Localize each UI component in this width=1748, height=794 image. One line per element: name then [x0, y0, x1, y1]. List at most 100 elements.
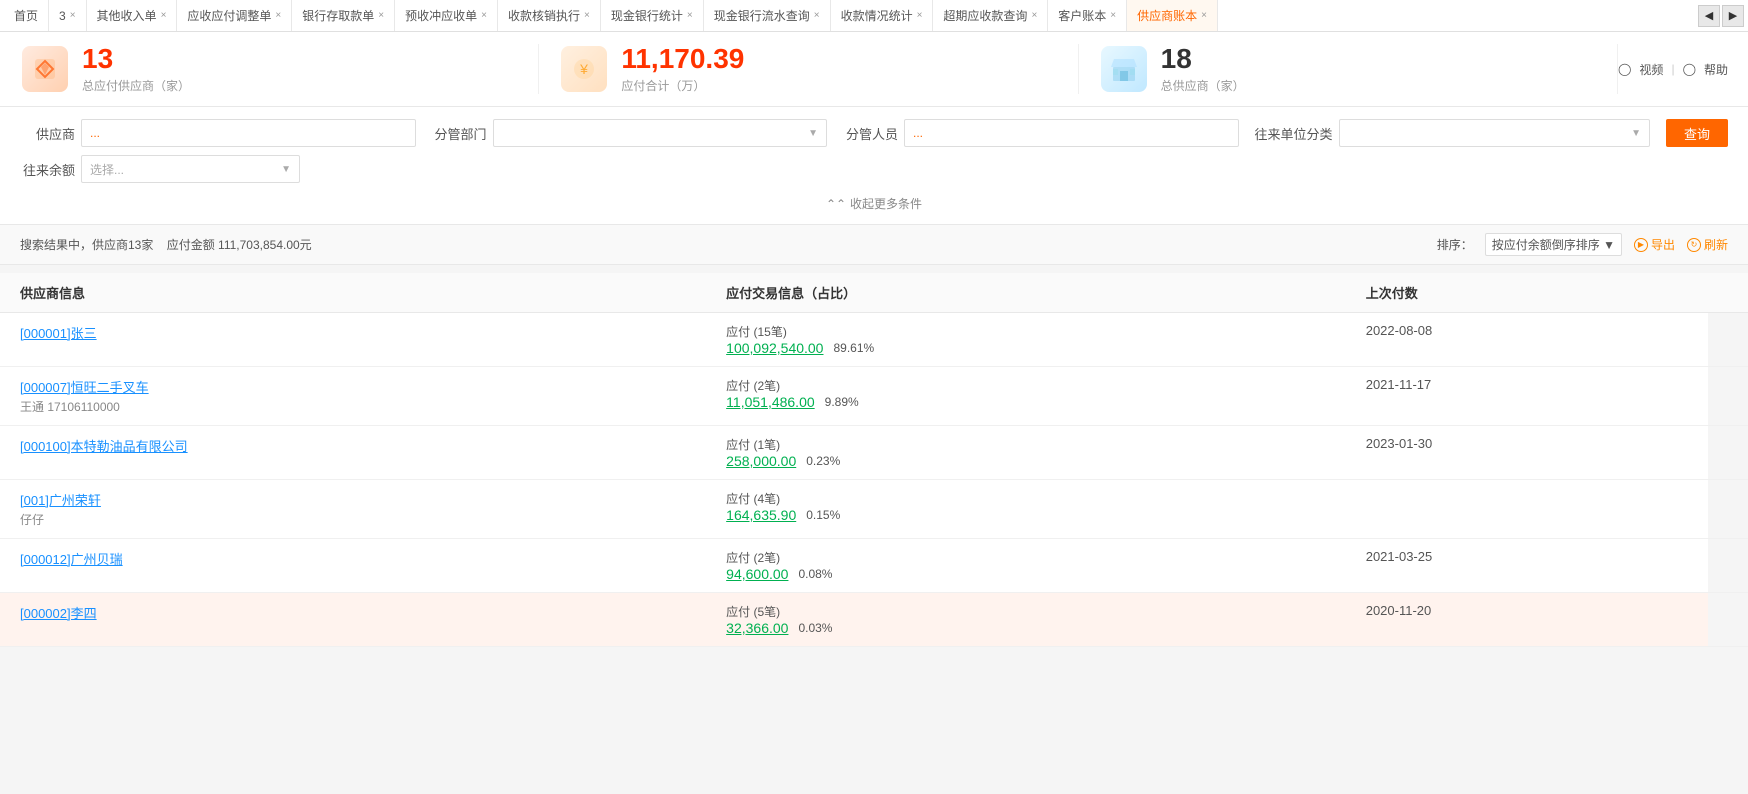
nav-arrows: ◀ ▶	[1698, 5, 1744, 27]
shop-icon-wrap	[1099, 44, 1149, 94]
tx-amount-3[interactable]: 164,635.90	[726, 507, 796, 523]
tx-amount-0[interactable]: 100,092,540.00	[726, 340, 823, 356]
person-filter-input[interactable]: ...	[904, 119, 1239, 147]
dept-filter-input[interactable]: ▼	[493, 119, 828, 147]
video-link[interactable]: 视频	[1639, 61, 1663, 78]
balance-filter-input[interactable]: 选择... ▼	[81, 155, 300, 183]
close-icon-supplier-ledger[interactable]: ×	[1201, 10, 1207, 21]
close-icon-customer-ledger[interactable]: ×	[1110, 10, 1116, 21]
close-icon-collection[interactable]: ×	[584, 10, 590, 21]
nav-tab-bank-deposit[interactable]: 银行存取款单 ×	[292, 0, 395, 32]
table-area: 供应商信息 应付交易信息（占比） 上次付数 [000001]张三 应付 (15笔)…	[0, 273, 1748, 647]
tx-label-5: 应付 (5笔)	[726, 603, 1326, 620]
nav-arrow-right[interactable]: ▶	[1722, 5, 1744, 27]
supplier-dots-placeholder: ...	[90, 126, 100, 140]
top-right-links: ◯ 视频 | ◯ 帮助	[1618, 61, 1728, 78]
table-row: [000002]李四 应付 (5笔)32,366.00 0.03% 2020-11-2…	[0, 593, 1748, 647]
tx-amount-1[interactable]: 11,051,486.00	[726, 394, 815, 410]
tx-pct-5: 0.03%	[798, 621, 832, 635]
nav-tab-home[interactable]: 首页	[4, 0, 49, 32]
nav-tab-prepay-label: 预收冲应收单	[405, 7, 477, 24]
tx-amount-2[interactable]: 258,000.00	[726, 453, 796, 469]
scroll-col-2	[1708, 426, 1748, 480]
right-actions: 排序： 按应付余额倒序排序 ▼ ▶ 导出 ↻ 刷新	[1437, 233, 1728, 256]
supplier-table: 供应商信息 应付交易信息（占比） 上次付数 [000001]张三 应付 (15笔)…	[0, 273, 1748, 647]
close-icon-adjust[interactable]: ×	[275, 10, 281, 21]
circle-icon-2: ◯	[1683, 62, 1696, 76]
supplier-link-5[interactable]: [000002]李四	[20, 606, 97, 621]
tx-label-4: 应付 (2笔)	[726, 549, 1326, 566]
filter-row-1: 供应商 ... 分管部门 ▼ 分管人员 ... 往来单位分类 ▼ 查询	[20, 119, 1728, 147]
nav-tab-collection-stat[interactable]: 收款情况统计 ×	[831, 0, 934, 32]
summary-card-payable-total: ¥ 11,170.39 应付合计（万）	[539, 44, 1078, 94]
help-link[interactable]: 帮助	[1704, 61, 1728, 78]
scroll-col-4	[1708, 539, 1748, 593]
nav-tab-home-label: 首页	[14, 7, 38, 24]
supplier-link-2[interactable]: [000100]本特勒油品有限公司	[20, 439, 188, 454]
refresh-button[interactable]: ↻ 刷新	[1687, 236, 1728, 253]
total-suppliers-info: 18 总供应商（家）	[1161, 44, 1245, 94]
nav-tab-cash-bank-stat[interactable]: 现金银行统计 ×	[601, 0, 704, 32]
tx-amount-4[interactable]: 94,600.00	[726, 566, 788, 582]
star-icon: ¥	[559, 44, 609, 94]
supplier-link-0[interactable]: [000001]张三	[20, 326, 97, 341]
nav-tab-prepay[interactable]: 预收冲应收单 ×	[395, 0, 498, 32]
nav-tab-cash-bank-stat-label: 现金银行统计	[611, 7, 683, 24]
close-icon-cash-bank-flow[interactable]: ×	[814, 10, 820, 21]
table-toolbar: 搜索结果中，供应商13家 应付金额 111,703,854.00元 排序： 按应…	[0, 225, 1748, 265]
close-icon-cash-bank-stat[interactable]: ×	[687, 10, 693, 21]
last-pay-cell-4: 2021-03-25	[1346, 539, 1708, 593]
nav-tab-3-label: 3	[59, 9, 66, 23]
tx-label-0: 应付 (15笔)	[726, 323, 1326, 340]
close-icon-other-income[interactable]: ×	[161, 10, 167, 21]
nav-tab-supplier-ledger[interactable]: 供应商账本 ×	[1127, 0, 1218, 32]
nav-tab-customer-ledger-label: 客户账本	[1058, 7, 1106, 24]
balance-placeholder: 选择...	[90, 161, 124, 178]
category-chevron-icon: ▼	[1631, 128, 1641, 139]
supplier-link-4[interactable]: [000012]广州贝瑞	[20, 552, 123, 567]
supplier-sub-3: 仔仔	[20, 511, 686, 528]
top-navigation: 首页 3 × 其他收入单 × 应收应付调整单 × 银行存取款单 × 预收冲应收单…	[0, 0, 1748, 32]
tx-amount-5[interactable]: 32,366.00	[726, 620, 788, 636]
supplier-link-3[interactable]: [001]广州荣轩	[20, 493, 101, 508]
supplier-link-1[interactable]: [000007]恒旺二手叉车	[20, 380, 149, 395]
nav-arrow-left[interactable]: ◀	[1698, 5, 1720, 27]
export-button[interactable]: ▶ 导出	[1634, 236, 1675, 253]
table-header-row: 供应商信息 应付交易信息（占比） 上次付数	[0, 273, 1748, 313]
supplier-filter-input[interactable]: ...	[81, 119, 416, 147]
nav-tab-customer-ledger[interactable]: 客户账本 ×	[1048, 0, 1127, 32]
tx-cell-3: 应付 (4笔)164,635.90 0.15%	[706, 480, 1346, 539]
last-pay-cell-1: 2021-11-17	[1346, 367, 1708, 426]
supplier-icon	[22, 46, 68, 92]
nav-tab-collection[interactable]: 收款核销执行 ×	[498, 0, 601, 32]
nav-tab-adjust[interactable]: 应收应付调整单 ×	[177, 0, 292, 32]
last-pay-cell-5: 2020-11-20	[1346, 593, 1708, 647]
category-filter-input[interactable]: ▼	[1339, 119, 1650, 147]
close-icon-prepay[interactable]: ×	[481, 10, 487, 21]
tx-pct-3: 0.15%	[806, 508, 840, 522]
table-body: [000001]张三应付 (15笔)100,092,540.0089.61%20…	[0, 313, 1748, 647]
balance-chevron-icon: ▼	[281, 164, 291, 175]
supplier-cell-5: [000002]李四	[0, 593, 706, 647]
collapse-bar[interactable]: ⌃⌃ 收起更多条件	[20, 191, 1728, 216]
scroll-col-5	[1708, 593, 1748, 647]
nav-tab-overdue[interactable]: 超期应收款查询 ×	[933, 0, 1048, 32]
nav-tab-collection-stat-label: 收款情况统计	[841, 7, 913, 24]
person-dots-placeholder: ...	[913, 126, 923, 140]
divider: |	[1671, 62, 1674, 76]
sort-select[interactable]: 按应付余额倒序排序 ▼	[1485, 233, 1622, 256]
supplier-cell-1: [000007]恒旺二手叉车王通 17106110000	[0, 367, 706, 426]
close-icon-3[interactable]: ×	[70, 10, 76, 21]
balance-filter-label: 往来余额	[20, 160, 75, 179]
filter-person: 分管人员 ...	[843, 119, 1239, 147]
nav-tab-3[interactable]: 3 ×	[49, 0, 87, 32]
close-icon-collection-stat[interactable]: ×	[917, 10, 923, 21]
nav-tab-cash-bank-flow[interactable]: 现金银行流水查询 ×	[704, 0, 831, 32]
close-icon-bank-deposit[interactable]: ×	[378, 10, 384, 21]
close-icon-overdue[interactable]: ×	[1031, 10, 1037, 21]
tx-label-3: 应付 (4笔)	[726, 490, 1326, 507]
payable-suppliers-number: 13	[82, 44, 190, 75]
search-button[interactable]: 查询	[1666, 119, 1728, 147]
supplier-filter-label: 供应商	[20, 124, 75, 143]
nav-tab-other-income[interactable]: 其他收入单 ×	[87, 0, 178, 32]
